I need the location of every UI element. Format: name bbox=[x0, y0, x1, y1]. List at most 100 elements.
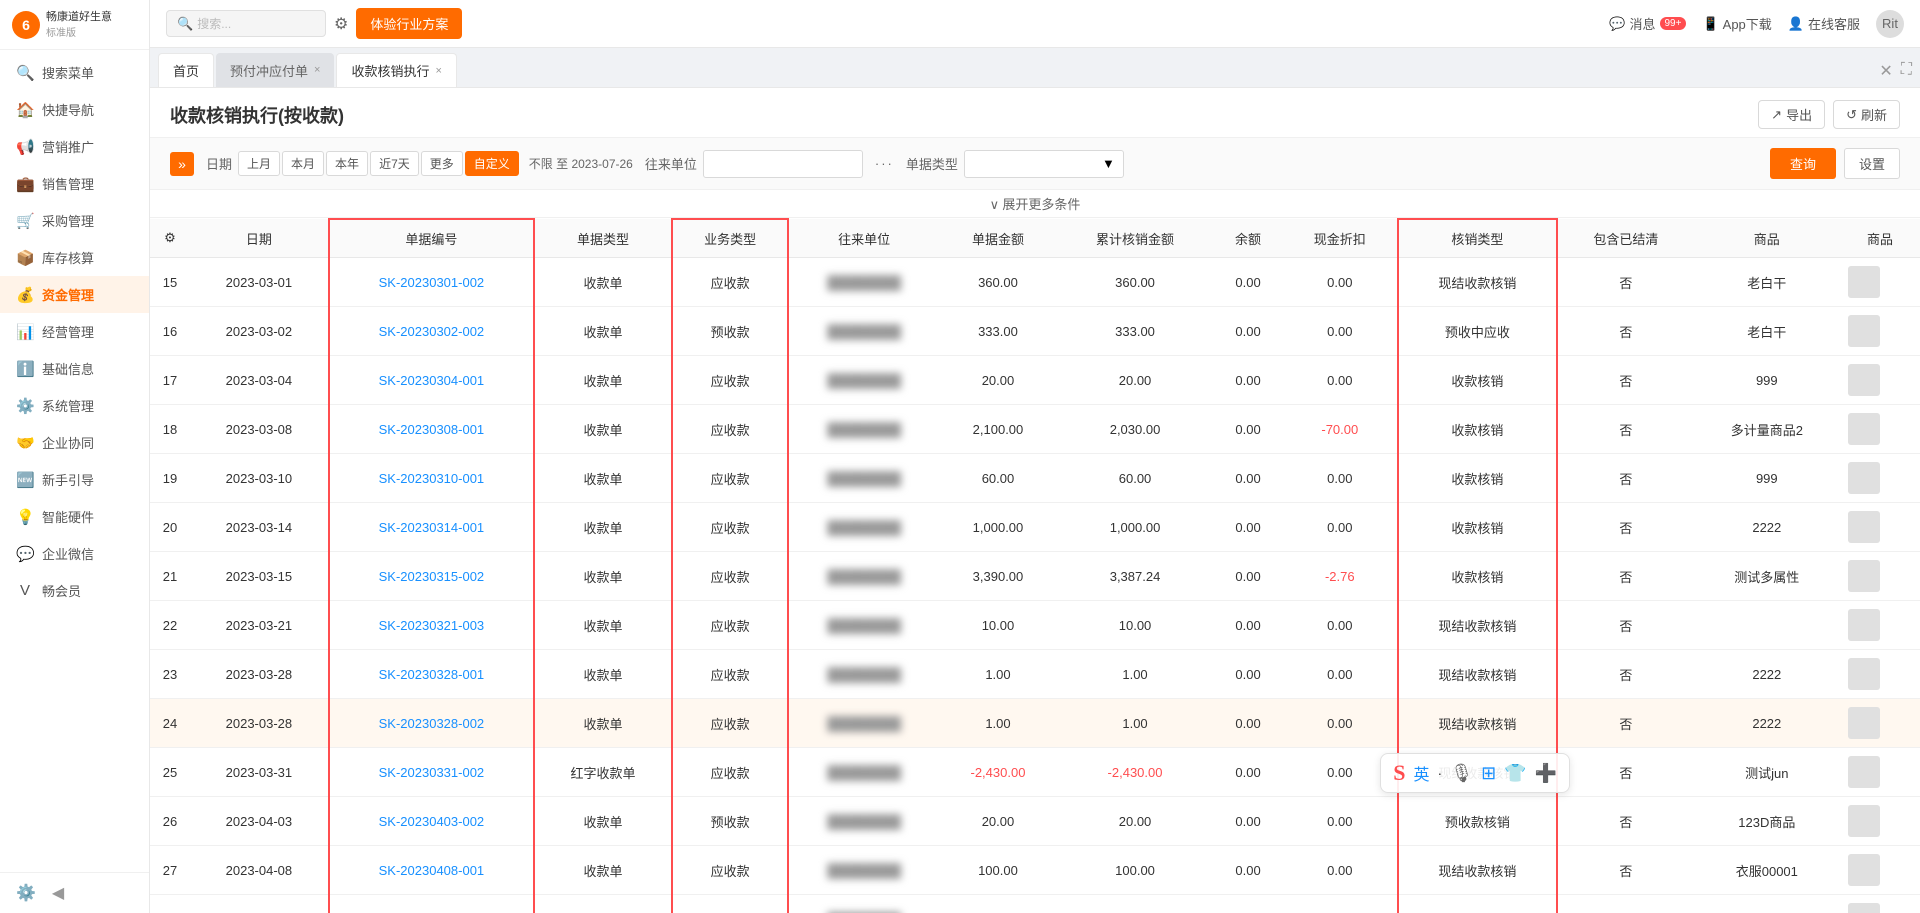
sidebar-item-ops[interactable]: 📊经营管理 bbox=[0, 313, 149, 350]
bill-no-link[interactable]: SK-20230308-001 bbox=[379, 422, 485, 437]
sidebar-item-finance[interactable]: 💰资金管理 bbox=[0, 276, 149, 313]
topbar-search-box[interactable]: 🔍 搜索... bbox=[166, 10, 326, 37]
sidebar-item-system[interactable]: ⚙️系统管理 bbox=[0, 387, 149, 424]
table-row[interactable]: 26 2023-04-03 SK-20230403-002 收款单 预收款 ██… bbox=[150, 797, 1920, 846]
cell-seq: 15 bbox=[150, 258, 190, 307]
industry-solution-button[interactable]: 体验行业方案 bbox=[356, 8, 462, 39]
bill-no-link[interactable]: SK-20230328-001 bbox=[379, 667, 485, 682]
table-row[interactable]: 25 2023-03-31 SK-20230331-002 红字收款单 应收款 … bbox=[150, 748, 1920, 797]
cell-cancel-type: 现结收款核销 bbox=[1398, 846, 1558, 895]
sidebar-item-marketing[interactable]: 📢营销推广 bbox=[0, 128, 149, 165]
cell-bill-no[interactable]: SK-20230315-002 bbox=[329, 552, 534, 601]
table-row[interactable]: 20 2023-03-14 SK-20230314-001 收款单 应收款 ██… bbox=[150, 503, 1920, 552]
voucher-type-select[interactable]: ▼ bbox=[964, 150, 1124, 178]
cell-bill-no[interactable]: SK-20230418-001 bbox=[329, 895, 534, 913]
tab-prepay-match[interactable]: 预付冲应付单 × bbox=[216, 53, 334, 87]
cell-bill-no[interactable]: SK-20230328-001 bbox=[329, 650, 534, 699]
user-avatar[interactable]: Rit bbox=[1876, 10, 1904, 38]
collapse-icon[interactable]: ◀ bbox=[52, 883, 64, 903]
cell-bill-no[interactable]: SK-20230304-001 bbox=[329, 356, 534, 405]
table-row[interactable]: 27 2023-04-08 SK-20230408-001 收款单 应收款 ██… bbox=[150, 846, 1920, 895]
cell-biz-type: 应收款 bbox=[672, 650, 788, 699]
col-settings[interactable]: ⚙ bbox=[150, 219, 190, 258]
sidebar-item-purchase[interactable]: 🛒采购管理 bbox=[0, 202, 149, 239]
filter-setting-button[interactable]: 设置 bbox=[1844, 148, 1900, 179]
table-row[interactable]: 22 2023-03-21 SK-20230321-003 收款单 应收款 ██… bbox=[150, 601, 1920, 650]
table-row[interactable]: 21 2023-03-15 SK-20230315-002 收款单 应收款 ██… bbox=[150, 552, 1920, 601]
cell-seq: 23 bbox=[150, 650, 190, 699]
query-button[interactable]: 查询 bbox=[1770, 148, 1836, 179]
cell-goods: 2222 bbox=[1694, 503, 1841, 552]
bill-no-link[interactable]: SK-20230331-002 bbox=[379, 765, 485, 780]
sidebar-item-basic[interactable]: ℹ️基础信息 bbox=[0, 350, 149, 387]
table-row[interactable]: 19 2023-03-10 SK-20230310-001 收款单 应收款 ██… bbox=[150, 454, 1920, 503]
sidebar-item-search[interactable]: 🔍搜索菜单 bbox=[0, 54, 149, 91]
bill-no-link[interactable]: SK-20230304-001 bbox=[379, 373, 485, 388]
sidebar-item-member[interactable]: V畅会员 bbox=[0, 572, 149, 609]
refresh-button[interactable]: ↺ 刷新 bbox=[1833, 100, 1900, 129]
last-month-button[interactable]: 上月 bbox=[238, 151, 280, 176]
close-receivable-icon[interactable]: × bbox=[435, 65, 441, 77]
sidebar-label-member: 畅会员 bbox=[42, 581, 81, 600]
table-row[interactable]: 17 2023-03-04 SK-20230304-001 收款单 应收款 ██… bbox=[150, 356, 1920, 405]
bill-no-link[interactable]: SK-20230301-002 bbox=[379, 275, 485, 290]
cell-bill-no[interactable]: SK-20230308-001 bbox=[329, 405, 534, 454]
cell-cash-discount: -70.00 bbox=[1283, 405, 1398, 454]
cell-bill-no[interactable]: SK-20230321-003 bbox=[329, 601, 534, 650]
cell-bill-amount: 2,100.00 bbox=[939, 405, 1057, 454]
tab-home[interactable]: 首页 bbox=[158, 53, 214, 87]
sidebar-item-wechat[interactable]: 💬企业微信 bbox=[0, 535, 149, 572]
cell-cancel-type: 收款核销 bbox=[1398, 356, 1558, 405]
cell-bill-no[interactable]: SK-20230403-002 bbox=[329, 797, 534, 846]
this-month-button[interactable]: 本月 bbox=[282, 151, 324, 176]
cell-bill-no[interactable]: SK-20230331-002 bbox=[329, 748, 534, 797]
table-row[interactable]: 16 2023-03-02 SK-20230302-002 收款单 预收款 ██… bbox=[150, 307, 1920, 356]
filter-toggle-button[interactable]: » bbox=[170, 152, 194, 176]
cell-bill-no[interactable]: SK-20230302-002 bbox=[329, 307, 534, 356]
export-button[interactable]: ↗ 导出 bbox=[1758, 100, 1825, 129]
cell-biz-type: 应收款 bbox=[672, 405, 788, 454]
bill-no-link[interactable]: SK-20230328-002 bbox=[379, 716, 485, 731]
table-row[interactable]: 28 2023-04-18 SK-20230418-001 收款单 应收款 ██… bbox=[150, 895, 1920, 913]
table-row[interactable]: 24 2023-03-28 SK-20230328-002 收款单 应收款 ██… bbox=[150, 699, 1920, 748]
counterpart-input[interactable] bbox=[703, 150, 863, 178]
tab-receivable-exec[interactable]: 收款核销执行 × bbox=[336, 53, 456, 87]
expand-more-bar[interactable]: ∨ 展开更多条件 bbox=[150, 190, 1920, 218]
cell-bill-no[interactable]: SK-20230314-001 bbox=[329, 503, 534, 552]
settings-gear-icon[interactable]: ⚙ bbox=[334, 14, 348, 34]
this-year-button[interactable]: 本年 bbox=[326, 151, 368, 176]
bill-no-link[interactable]: SK-20230321-003 bbox=[379, 618, 485, 633]
last-7days-button[interactable]: 近7天 bbox=[370, 151, 419, 176]
page-title: 收款核销执行(按收款) bbox=[170, 102, 344, 128]
table-row[interactable]: 23 2023-03-28 SK-20230328-001 收款单 应收款 ██… bbox=[150, 650, 1920, 699]
sidebar-item-guide[interactable]: 🆕新手引导 bbox=[0, 461, 149, 498]
bill-no-link[interactable]: SK-20230403-002 bbox=[379, 814, 485, 829]
sidebar-item-quick-nav[interactable]: 🏠快捷导航 bbox=[0, 91, 149, 128]
bill-no-link[interactable]: SK-20230408-001 bbox=[379, 863, 485, 878]
custom-date-button[interactable]: 自定义 bbox=[465, 151, 519, 176]
cell-bill-no[interactable]: SK-20230328-002 bbox=[329, 699, 534, 748]
app-download-button[interactable]: 📱 App下载 bbox=[1702, 14, 1771, 33]
sidebar-item-inventory[interactable]: 📦库存核算 bbox=[0, 239, 149, 276]
table-row[interactable]: 15 2023-03-01 SK-20230301-002 收款单 应收款 ██… bbox=[150, 258, 1920, 307]
close-tab-icon[interactable]: ✕ bbox=[1879, 61, 1892, 81]
sidebar-item-sales[interactable]: 💼销售管理 bbox=[0, 165, 149, 202]
bill-no-link[interactable]: SK-20230315-002 bbox=[379, 569, 485, 584]
close-prepay-icon[interactable]: × bbox=[314, 64, 320, 76]
bill-no-link[interactable]: SK-20230314-001 bbox=[379, 520, 485, 535]
cell-cash-discount: 0.00 bbox=[1283, 601, 1398, 650]
message-button[interactable]: 💬 消息 99+ bbox=[1609, 14, 1686, 33]
cell-bill-no[interactable]: SK-20230310-001 bbox=[329, 454, 534, 503]
settings-icon[interactable]: ⚙️ bbox=[16, 883, 36, 903]
sidebar-item-hardware[interactable]: 💡智能硬件 bbox=[0, 498, 149, 535]
more-date-button[interactable]: 更多 bbox=[421, 151, 463, 176]
bill-no-link[interactable]: SK-20230310-001 bbox=[379, 471, 485, 486]
cell-bill-no[interactable]: SK-20230408-001 bbox=[329, 846, 534, 895]
sidebar-item-corp[interactable]: 🤝企业协同 bbox=[0, 424, 149, 461]
table-row[interactable]: 18 2023-03-08 SK-20230308-001 收款单 应收款 ██… bbox=[150, 405, 1920, 454]
cell-bill-amount: 20.00 bbox=[939, 797, 1057, 846]
bill-no-link[interactable]: SK-20230302-002 bbox=[379, 324, 485, 339]
fullscreen-icon[interactable]: ⛶ bbox=[1901, 61, 1912, 81]
online-service-button[interactable]: 👤 在线客服 bbox=[1788, 14, 1860, 33]
cell-bill-no[interactable]: SK-20230301-002 bbox=[329, 258, 534, 307]
